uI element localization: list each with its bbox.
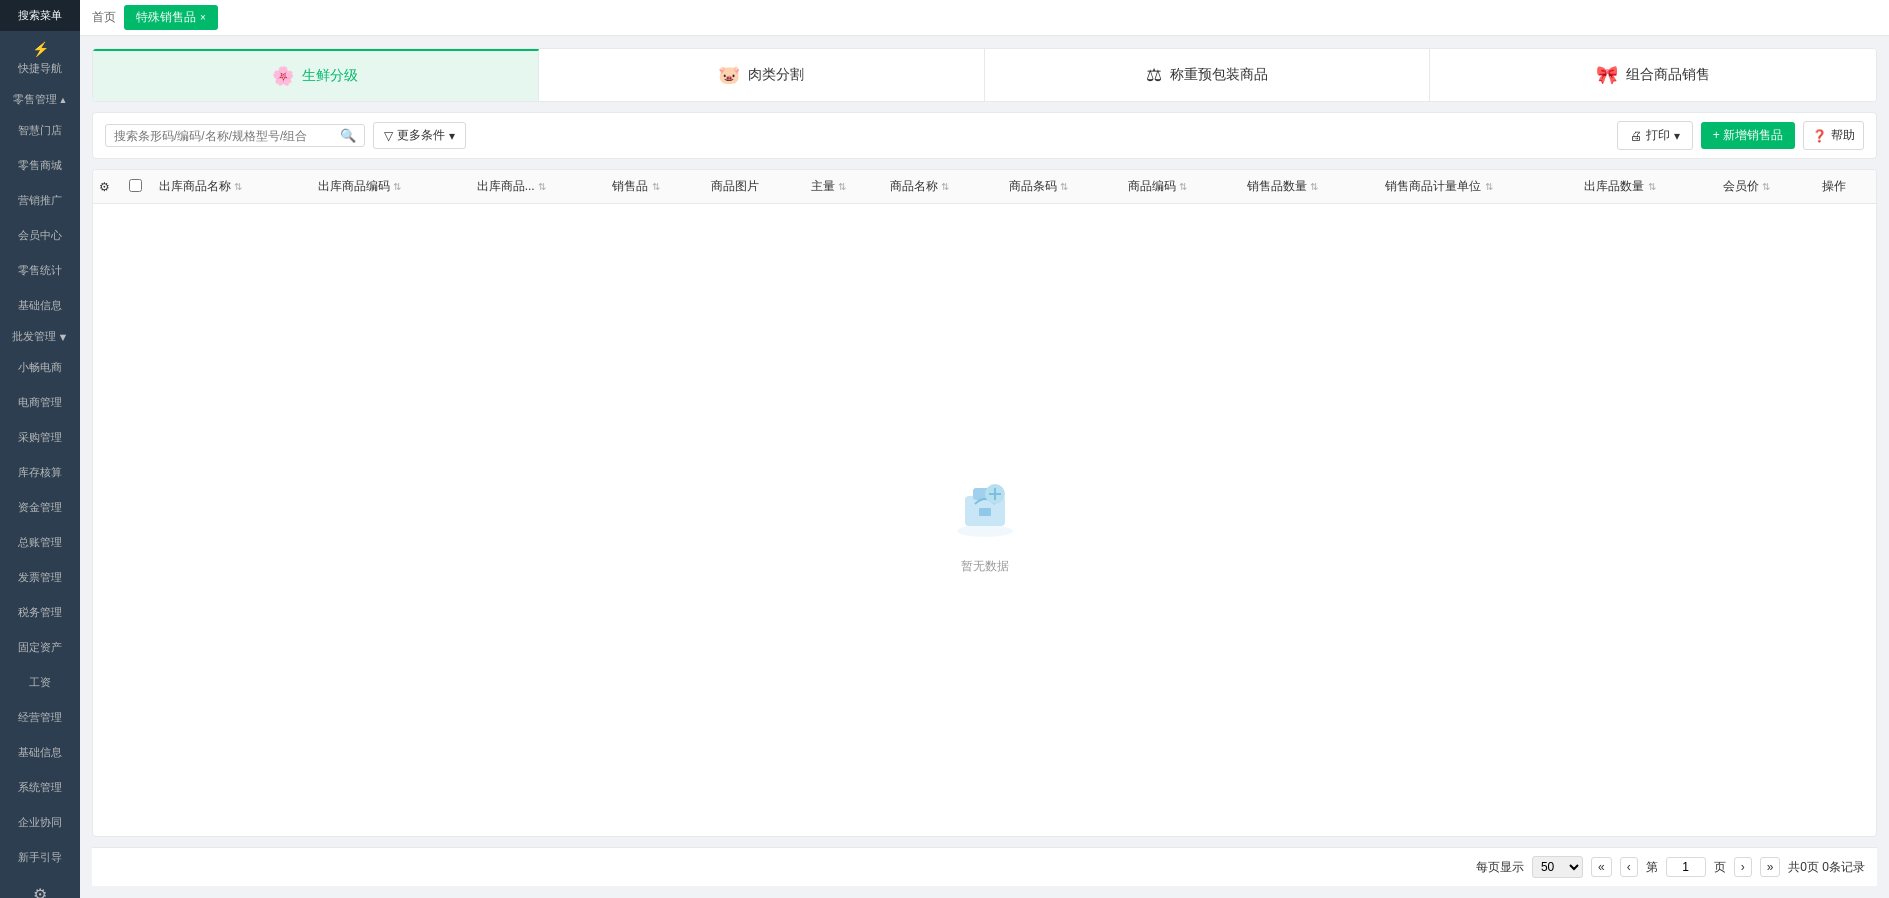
page-unit: 页 bbox=[1714, 859, 1726, 876]
th-ops: 操作 bbox=[1816, 170, 1876, 204]
th-out-name: 出库商品名称 ⇅ bbox=[153, 170, 312, 204]
search-icon[interactable]: 🔍 bbox=[340, 128, 356, 143]
filter-arrow: ▾ bbox=[449, 129, 455, 143]
sidebar-item-invoice[interactable]: 发票管理 bbox=[0, 560, 80, 595]
sidebar-item-operation[interactable]: 经营管理 bbox=[0, 700, 80, 735]
th-product-name: 商品名称 ⇅ bbox=[884, 170, 1003, 204]
tab-weight[interactable]: ⚖ 称重预包装商品 bbox=[985, 49, 1431, 101]
sidebar-item-guide[interactable]: 新手引导 bbox=[0, 840, 80, 875]
search-box[interactable]: 🔍 bbox=[105, 124, 365, 147]
print-arrow: ▾ bbox=[1674, 129, 1680, 143]
quick-icon: ⚡ bbox=[32, 41, 49, 57]
sidebar-item-base-info2[interactable]: 基础信息 bbox=[0, 735, 80, 770]
sidebar-item-fixed-assets[interactable]: 固定资产 bbox=[0, 630, 80, 665]
sidebar-item-system[interactable]: 系统管理 bbox=[0, 770, 80, 805]
th-member-price: 会员价 ⇅ bbox=[1717, 170, 1816, 204]
sidebar-item-enterprise[interactable]: 企业协同 bbox=[0, 805, 80, 840]
th-main-weight: 主量 ⇅ bbox=[805, 170, 884, 204]
sidebar-item-salary[interactable]: 工资 bbox=[0, 665, 80, 700]
topbar-tab-special[interactable]: 特殊销售品 × bbox=[124, 5, 218, 30]
svg-point-0 bbox=[957, 525, 1013, 537]
combo-icon: 🎀 bbox=[1596, 64, 1618, 86]
sidebar-item-inventory[interactable]: 库存核算 bbox=[0, 455, 80, 490]
filter-icon: ▽ bbox=[384, 129, 393, 143]
sidebar-item-retail-mall[interactable]: 零售商城 bbox=[0, 148, 80, 183]
data-table: ⚙ 出库商品名称 ⇅ 出库商品编码 ⇅ 出库商品... ⇅ 销售品 ⇅ 商品图片… bbox=[93, 170, 1876, 204]
th-barcode: 商品条码 ⇅ bbox=[1003, 170, 1122, 204]
th-out-qty: 出库品数量 ⇅ bbox=[1578, 170, 1717, 204]
svg-rect-4 bbox=[979, 508, 991, 516]
toolbar: 🔍 ▽ 更多条件 ▾ 🖨 打印 ▾ + 新增销售品 ❓ bbox=[92, 112, 1877, 159]
page-input[interactable] bbox=[1666, 857, 1706, 877]
fresh-icon: 🌸 bbox=[272, 65, 294, 87]
topbar: 首页 特殊销售品 × bbox=[80, 0, 1889, 36]
sidebar-search[interactable]: 搜索菜单 bbox=[0, 0, 80, 31]
th-out-code: 出库商品编码 ⇅ bbox=[312, 170, 471, 204]
pagination: 每页显示 50 20 100 « ‹ 第 页 › » 共0页 0条记录 bbox=[92, 847, 1877, 886]
sidebar: 搜索菜单 ⚡ 快捷导航 零售管理 智慧门店 零售商城 营销推广 会员中心 零售统… bbox=[0, 0, 80, 898]
empty-state: 暂无数据 bbox=[93, 204, 1876, 836]
last-page-button[interactable]: » bbox=[1760, 857, 1781, 877]
sidebar-item-smart-store[interactable]: 智慧门店 bbox=[0, 113, 80, 148]
weight-icon: ⚖ bbox=[1146, 64, 1162, 86]
select-all-checkbox[interactable] bbox=[129, 179, 142, 192]
sidebar-item-ecommerce-manage[interactable]: 电商管理 bbox=[0, 385, 80, 420]
new-button[interactable]: + 新增销售品 bbox=[1701, 122, 1795, 149]
total-text: 共0页 0条记录 bbox=[1788, 859, 1865, 876]
toolbar-right: 🖨 打印 ▾ + 新增销售品 ❓ 帮助 bbox=[1617, 121, 1864, 150]
th-sale-unit: 销售商品计量单位 ⇅ bbox=[1379, 170, 1578, 204]
settings-icon[interactable]: ⚙ bbox=[0, 875, 80, 898]
sidebar-item-finance[interactable]: 资金管理 bbox=[0, 490, 80, 525]
tab-meat[interactable]: 🐷 肉类分割 bbox=[539, 49, 985, 101]
th-out-spec: 出库商品... ⇅ bbox=[471, 170, 607, 204]
tab-fresh[interactable]: 🌸 生鲜分级 bbox=[93, 49, 539, 101]
prev-page-button[interactable]: ‹ bbox=[1620, 857, 1638, 877]
page-content: 🌸 生鲜分级 🐷 肉类分割 ⚖ 称重预包装商品 🎀 组合商品销售 🔍 bbox=[80, 36, 1889, 898]
topbar-tab-close[interactable]: × bbox=[200, 12, 206, 23]
next-page-button[interactable]: › bbox=[1734, 857, 1752, 877]
th-settings[interactable]: ⚙ bbox=[93, 170, 123, 204]
print-button[interactable]: 🖨 打印 ▾ bbox=[1617, 121, 1693, 150]
per-page-label: 每页显示 bbox=[1476, 859, 1524, 876]
sidebar-item-tax[interactable]: 税务管理 bbox=[0, 595, 80, 630]
th-sale-item: 销售品 ⇅ bbox=[606, 170, 705, 204]
sidebar-item-purchase[interactable]: 采购管理 bbox=[0, 420, 80, 455]
help-icon: ❓ bbox=[1812, 129, 1827, 143]
sidebar-item-wholesale[interactable]: 批发管理 bbox=[0, 323, 80, 350]
sidebar-item-ecommerce-small[interactable]: 小畅电商 bbox=[0, 350, 80, 385]
th-img: 商品图片 bbox=[705, 170, 805, 204]
empty-text: 暂无数据 bbox=[961, 558, 1009, 575]
th-sale-qty: 销售品数量 ⇅ bbox=[1241, 170, 1380, 204]
filter-button[interactable]: ▽ 更多条件 ▾ bbox=[373, 122, 466, 149]
page-label: 第 bbox=[1646, 859, 1658, 876]
sidebar-item-retail[interactable]: 零售管理 bbox=[0, 86, 80, 113]
print-icon: 🖨 bbox=[1630, 129, 1642, 143]
sidebar-item-retail-stats[interactable]: 零售统计 bbox=[0, 253, 80, 288]
empty-illustration bbox=[945, 466, 1025, 546]
main-content: 首页 特殊销售品 × 🌸 生鲜分级 🐷 肉类分割 ⚖ 称重预包装商品 🎀 组合商… bbox=[80, 0, 1889, 898]
meat-icon: 🐷 bbox=[718, 64, 740, 86]
per-page-select[interactable]: 50 20 100 bbox=[1532, 856, 1583, 878]
help-button[interactable]: ❓ 帮助 bbox=[1803, 121, 1864, 150]
tab-combo[interactable]: 🎀 组合商品销售 bbox=[1430, 49, 1876, 101]
sidebar-item-quick[interactable]: ⚡ 快捷导航 bbox=[0, 31, 80, 86]
toolbar-left: 🔍 ▽ 更多条件 ▾ bbox=[105, 122, 466, 149]
type-tabs: 🌸 生鲜分级 🐷 肉类分割 ⚖ 称重预包装商品 🎀 组合商品销售 bbox=[92, 48, 1877, 102]
first-page-button[interactable]: « bbox=[1591, 857, 1612, 877]
sidebar-item-member[interactable]: 会员中心 bbox=[0, 218, 80, 253]
th-product-code: 商品编码 ⇅ bbox=[1122, 170, 1241, 204]
sidebar-item-base-info1[interactable]: 基础信息 bbox=[0, 288, 80, 323]
table-container: ⚙ 出库商品名称 ⇅ 出库商品编码 ⇅ 出库商品... ⇅ 销售品 ⇅ 商品图片… bbox=[92, 169, 1877, 837]
th-checkbox[interactable] bbox=[123, 170, 153, 204]
search-input[interactable] bbox=[114, 129, 336, 143]
topbar-home[interactable]: 首页 bbox=[92, 9, 116, 26]
sidebar-item-marketing[interactable]: 营销推广 bbox=[0, 183, 80, 218]
sidebar-item-ledger[interactable]: 总账管理 bbox=[0, 525, 80, 560]
